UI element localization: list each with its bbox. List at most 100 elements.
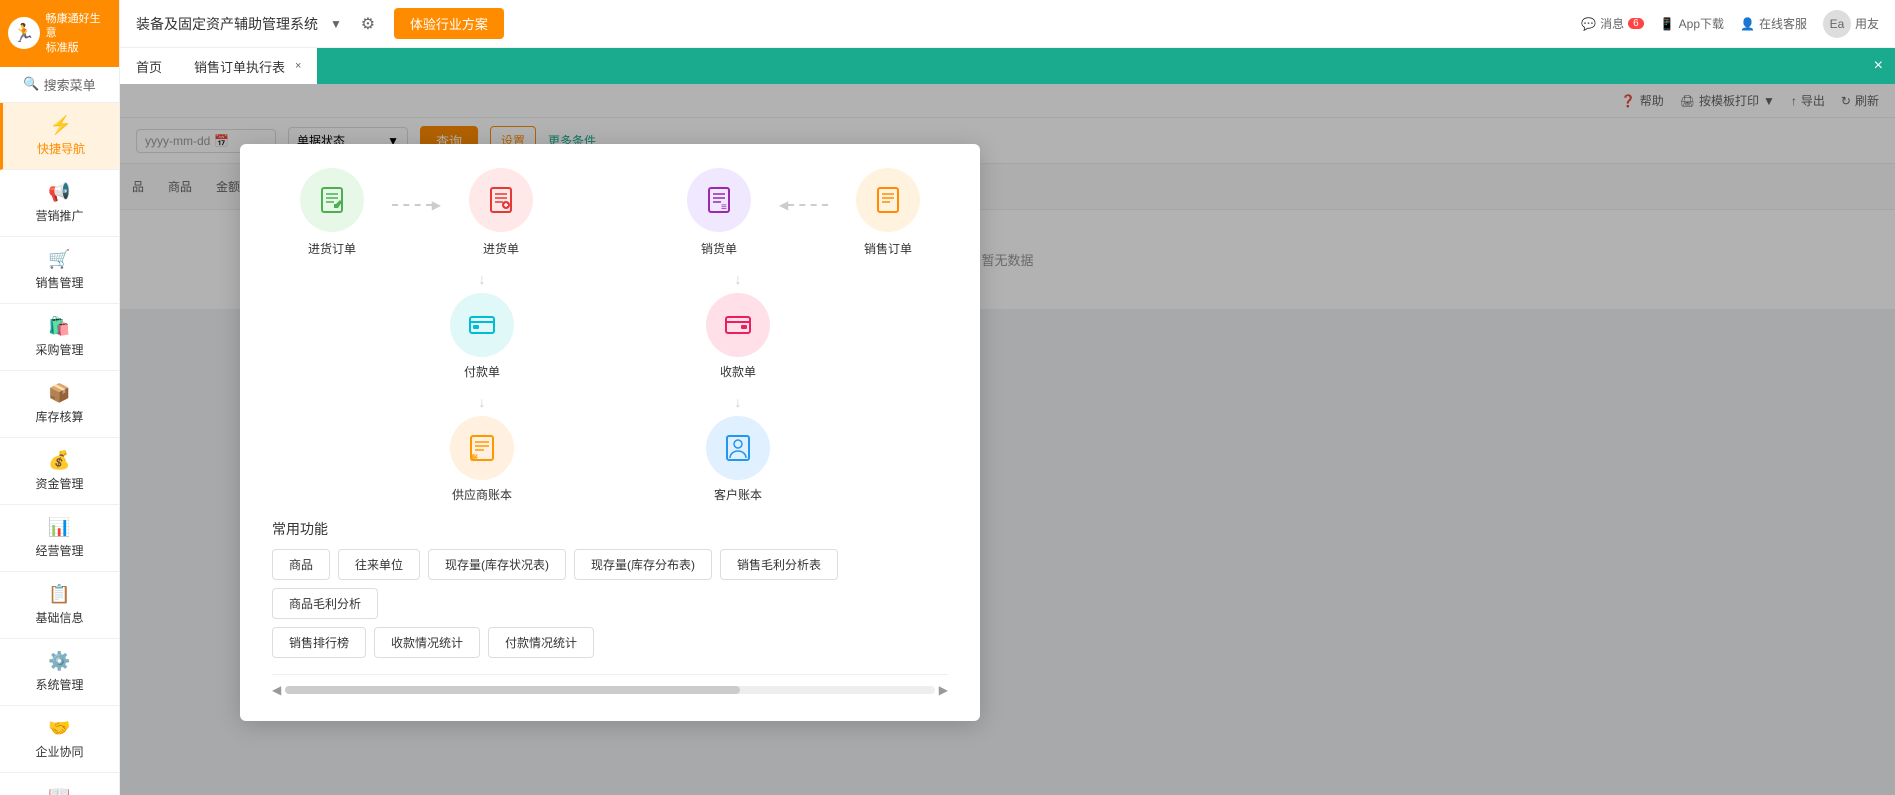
flow-label-sales-bill: 销货单 xyxy=(701,240,737,257)
func-btn-payment-stats[interactable]: 付款情况统计 xyxy=(488,627,594,658)
scroll-right-icon[interactable]: ▶ xyxy=(939,683,948,697)
nav-label-inventory: 库存核算 xyxy=(35,408,83,425)
sidebar-item-inventory[interactable]: 📦 库存核算 xyxy=(0,371,119,438)
sidebar-item-operation[interactable]: 📊 经营管理 xyxy=(0,505,119,572)
flow-purchase-bill[interactable]: 进货单 xyxy=(441,168,561,257)
func-buttons-row2: 销售排行榜 收款情况统计 付款情况统计 xyxy=(272,627,948,658)
nav-label-quick: 快捷导航 xyxy=(37,140,85,157)
func-btn-product[interactable]: 商品 xyxy=(272,549,330,580)
app-icon: 📱 xyxy=(1660,17,1675,31)
tab-sales-label: 销售订单执行表 xyxy=(194,57,285,76)
logo-line1: 畅康通好生意 xyxy=(46,12,111,41)
nav-label-finance: 资金管理 xyxy=(35,475,83,492)
trial-btn[interactable]: 体验行业方案 xyxy=(394,8,504,39)
flow-circle-receipt[interactable] xyxy=(706,293,770,357)
func-btn-stock-dist[interactable]: 现存量(库存分布表) xyxy=(574,549,712,580)
flow-purchase-order[interactable]: 进货订单 xyxy=(272,168,392,257)
flow-label-purchase-bill: 进货单 xyxy=(483,240,519,257)
func-btn-product-profit[interactable]: 商品毛利分析 xyxy=(272,588,378,619)
svg-text:账: 账 xyxy=(471,453,478,462)
sidebar-item-collab[interactable]: 🤝 企业协同 xyxy=(0,706,119,773)
sidebar-item-purchase[interactable]: 🛍️ 采购管理 xyxy=(0,304,119,371)
user-avatar: Ea xyxy=(1823,10,1851,38)
flow-circle-supplier-ledger[interactable]: 账 xyxy=(450,416,514,480)
sidebar-search[interactable]: 🔍 搜索菜单 xyxy=(0,67,119,103)
nav-icon-inventory: 📦 xyxy=(48,383,70,404)
nav-label-operation: 经营管理 xyxy=(35,542,83,559)
nav-icon-guide: 📖 xyxy=(48,785,70,795)
flow-label-receipt: 收款单 xyxy=(720,363,756,380)
flow-circle-purchase-order xyxy=(300,168,364,232)
tab-sales-order[interactable]: 销售订单执行表 × xyxy=(178,48,317,84)
system-title: 装备及固定资产辅助管理系统 xyxy=(136,14,318,34)
header-dropdown[interactable]: ▼ xyxy=(330,17,342,31)
nav-label-purchase: 采购管理 xyxy=(35,341,83,358)
tab-home[interactable]: 首页 xyxy=(120,48,178,84)
sidebar-item-basic[interactable]: 📋 基础信息 xyxy=(0,572,119,639)
nav-icon-collab: 🤝 xyxy=(48,718,70,739)
scrollbar-thumb xyxy=(285,686,740,694)
message-badge: 6 xyxy=(1628,18,1644,29)
func-btn-sales-profit-analysis[interactable]: 销售毛利分析表 xyxy=(720,549,838,580)
search-icon: 🔍 xyxy=(23,76,39,92)
flow-label-payment: 付款单 xyxy=(464,363,500,380)
sidebar-item-system[interactable]: ⚙️ 系统管理 xyxy=(0,639,119,706)
sidebar-item-quick[interactable]: ⚡ 快捷导航 xyxy=(0,103,119,170)
modal-overlay: 进货订单 ▶ 进货单 xyxy=(120,84,1895,795)
message-btn[interactable]: 💬 消息 6 xyxy=(1581,15,1644,32)
tab-home-label: 首页 xyxy=(136,57,162,76)
logo-line2: 标准版 xyxy=(46,41,111,55)
main-area: 装备及固定资产辅助管理系统 ▼ ⚙ 体验行业方案 💬 消息 6 📱 App下载 … xyxy=(120,0,1895,795)
func-btn-partner[interactable]: 往来单位 xyxy=(338,549,420,580)
content-area: ❓ 帮助 🖨 按模板打印 ▼ ↑ 导出 ↻ 刷新 xyxy=(120,84,1895,795)
tab-bar-close[interactable]: × xyxy=(1874,57,1895,75)
flow-sales-order[interactable]: 销售订单 xyxy=(828,168,948,257)
app-label: App下载 xyxy=(1679,15,1724,32)
nav-icon-system: ⚙️ xyxy=(48,651,70,672)
flow-circle-customer-ledger[interactable] xyxy=(706,416,770,480)
sidebar-nav: ⚡ 快捷导航 📢 营销推广 🛒 销售管理 🛍️ 采购管理 📦 库存核算 💰 xyxy=(0,103,119,795)
flow-label-customer-ledger: 客户账本 xyxy=(714,486,762,503)
sidebar-item-finance[interactable]: 💰 资金管理 xyxy=(0,438,119,505)
sidebar-item-marketing[interactable]: 📢 营销推广 xyxy=(0,170,119,237)
message-label: 消息 xyxy=(1600,15,1624,32)
sidebar-item-guide[interactable]: 📖 新手引导 xyxy=(0,773,119,795)
top-header: 装备及固定资产辅助管理系统 ▼ ⚙ 体验行业方案 💬 消息 6 📱 App下载 … xyxy=(120,0,1895,48)
scrollbar-track[interactable] xyxy=(285,686,935,694)
header-right: 💬 消息 6 📱 App下载 👤 在线客服 Ea 用友 xyxy=(1581,10,1879,38)
logo-symbol: 🏃 xyxy=(13,23,35,44)
nav-label-system: 系统管理 xyxy=(35,676,83,693)
svg-text:≡: ≡ xyxy=(721,202,727,213)
app-download-btn[interactable]: 📱 App下载 xyxy=(1660,15,1724,32)
nav-icon-operation: 📊 xyxy=(48,517,70,538)
flow-circle-payment[interactable] xyxy=(450,293,514,357)
flow-circle-purchase-bill xyxy=(469,168,533,232)
func-btn-receipt-stats[interactable]: 收款情况统计 xyxy=(374,627,480,658)
tab-close-icon[interactable]: × xyxy=(295,60,301,72)
func-btn-stock-status[interactable]: 现存量(库存状况表) xyxy=(428,549,566,580)
nav-icon-finance: 💰 xyxy=(48,450,70,471)
flow-circle-sales-order xyxy=(856,168,920,232)
scroll-left-icon[interactable]: ◀ xyxy=(272,683,281,697)
flow-sales-bill[interactable]: ≡ 销货单 xyxy=(659,168,779,257)
user-menu[interactable]: Ea 用友 xyxy=(1823,10,1879,38)
sidebar-item-sales[interactable]: 🛒 销售管理 xyxy=(0,237,119,304)
logo-icon: 🏃 xyxy=(8,17,40,49)
nav-label-collab: 企业协同 xyxy=(35,743,83,760)
service-icon: 👤 xyxy=(1740,17,1755,31)
user-label: 用友 xyxy=(1855,15,1879,32)
avatar-initials: Ea xyxy=(1830,17,1845,31)
sidebar-logo: 🏃 畅康通好生意 标准版 xyxy=(0,0,119,67)
common-functions: 常用功能 商品 往来单位 现存量(库存状况表) 现存量(库存分布表) 销售毛利分… xyxy=(272,519,948,658)
gear-icon[interactable]: ⚙ xyxy=(354,10,382,38)
online-service-btn[interactable]: 👤 在线客服 xyxy=(1740,15,1807,32)
search-label: 搜索菜单 xyxy=(44,75,96,94)
nav-icon-quick: ⚡ xyxy=(50,115,72,136)
nav-icon-purchase: 🛍️ xyxy=(48,316,70,337)
func-btn-sales-ranking[interactable]: 销售排行榜 xyxy=(272,627,366,658)
modal: 进货订单 ▶ 进货单 xyxy=(240,144,980,721)
modal-scrollbar: ◀ ▶ xyxy=(272,674,948,697)
flow-label-purchase-order: 进货订单 xyxy=(308,240,356,257)
nav-icon-marketing: 📢 xyxy=(48,182,70,203)
logo-text: 畅康通好生意 标准版 xyxy=(46,12,111,55)
